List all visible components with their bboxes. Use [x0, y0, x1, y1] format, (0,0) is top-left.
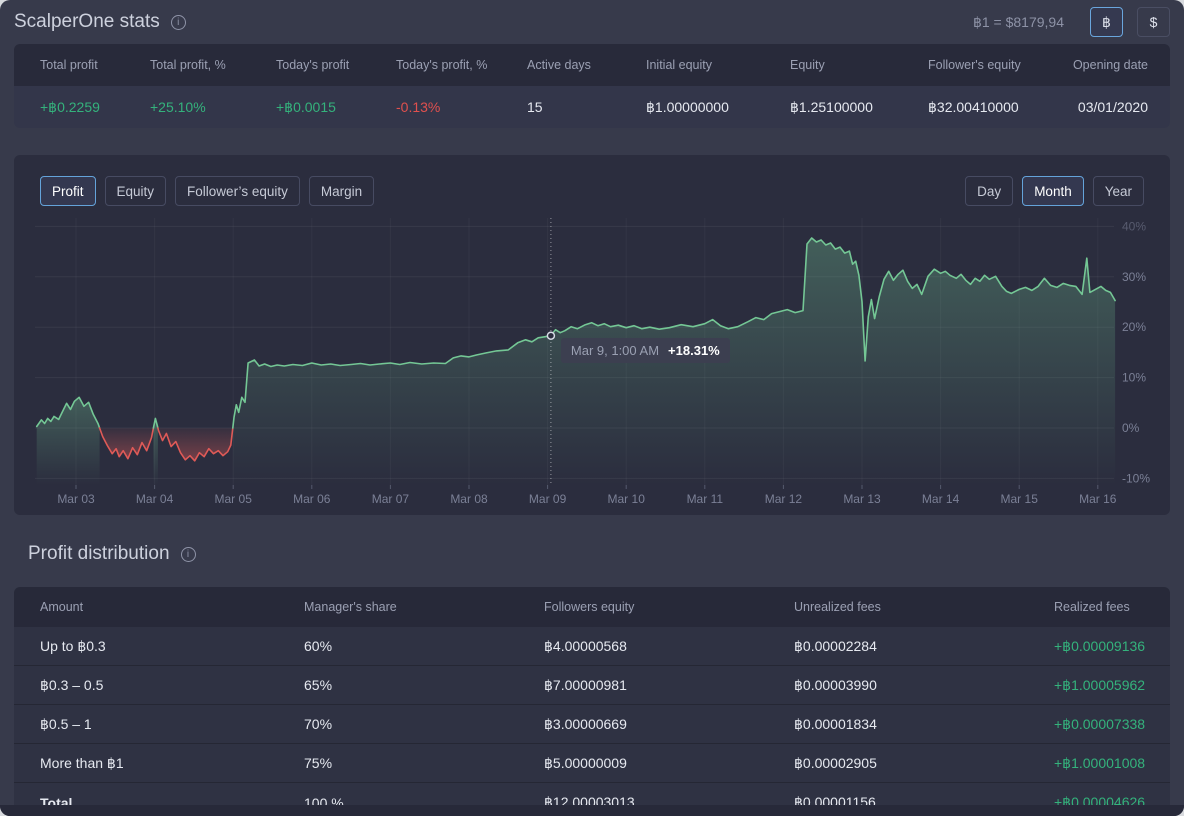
cell-share: 70% — [304, 716, 544, 732]
stat-label: Opening date — [1066, 58, 1148, 72]
page-title: ScalperOne stats — [14, 11, 186, 33]
stat-label: Today's profit, % — [396, 58, 527, 72]
table-row: ฿0.5 – 1 70% ฿3.00000669 ฿0.00001834 +฿0… — [14, 705, 1170, 744]
cell-realized: +฿0.00009136 — [1054, 638, 1148, 655]
chart-period-buttons: Day Month Year — [965, 176, 1144, 206]
svg-text:Mar 15: Mar 15 — [1001, 492, 1039, 506]
cell-realized: +฿1.00005962 — [1054, 677, 1148, 694]
svg-text:40%: 40% — [1122, 219, 1146, 233]
distribution-title-text: Profit distribution — [28, 543, 170, 565]
stat-label: Follower's equity — [928, 58, 1066, 72]
column-header: Followers equity — [544, 600, 794, 614]
stats-panel: Total profit Total profit, % Today's pro… — [14, 44, 1170, 128]
svg-text:Mar 08: Mar 08 — [450, 492, 488, 506]
svg-text:Mar 10: Mar 10 — [608, 492, 646, 506]
stat-label: Total profit, % — [150, 58, 276, 72]
profit-chart-svg[interactable]: 40% 30% 20% 10% 0% -10% Mar 03 Mar 04 Mar 05 Mar … — [14, 210, 1170, 510]
svg-text:Mar 14: Mar 14 — [922, 492, 960, 506]
distribution-title: Profit distribution — [28, 543, 196, 565]
svg-text:Mar 13: Mar 13 — [843, 492, 881, 506]
svg-text:Mar 05: Mar 05 — [215, 492, 253, 506]
stat-value-active-days: 15 — [527, 99, 646, 115]
cell-followers: ฿5.00000009 — [544, 755, 794, 772]
stat-value-initial-equity: ฿1.00000000 — [646, 99, 790, 116]
cell-unrealized: ฿0.00002284 — [794, 638, 1054, 655]
column-header: Manager's share — [304, 600, 544, 614]
tab-equity[interactable]: Equity — [105, 176, 167, 206]
svg-text:Mar 03: Mar 03 — [57, 492, 95, 506]
cell-share: 60% — [304, 638, 544, 654]
cell-unrealized: ฿0.00001834 — [794, 716, 1054, 733]
cell-amount: ฿0.5 – 1 — [40, 716, 304, 733]
stat-value-followers-equity: ฿32.00410000 — [928, 99, 1066, 116]
currency-btc-button[interactable]: ฿ — [1090, 7, 1123, 37]
stat-value-today-profit: +฿0.0015 — [276, 99, 396, 116]
distribution-title-row: Profit distribution — [14, 532, 1170, 576]
chart-metric-tabs: Profit Equity Follower’s equity Margin — [40, 176, 374, 206]
cell-followers: ฿4.00000568 — [544, 638, 794, 655]
stats-values-row: +฿0.2259 +25.10% +฿0.0015 -0.13% 15 ฿1.0… — [14, 86, 1170, 128]
stat-value-total-profit-pct: +25.10% — [150, 99, 276, 115]
svg-text:Mar 06: Mar 06 — [293, 492, 331, 506]
cell-share: 65% — [304, 677, 544, 693]
topbar-right: ฿1 = $8179,94 ฿ $ — [973, 7, 1170, 37]
page-title-text: ScalperOne stats — [14, 11, 160, 33]
cell-amount: More than ฿1 — [40, 755, 304, 772]
svg-text:30%: 30% — [1122, 270, 1146, 284]
distribution-table: Amount Manager's share Followers equity … — [14, 587, 1170, 816]
period-month-button[interactable]: Month — [1022, 176, 1084, 206]
chart-toolbar: Profit Equity Follower’s equity Margin D… — [14, 155, 1170, 206]
table-row: Up to ฿0.3 60% ฿4.00000568 ฿0.00002284 +… — [14, 627, 1170, 666]
svg-text:Mar 16: Mar 16 — [1079, 492, 1117, 506]
stat-label: Equity — [790, 58, 928, 72]
distribution-header-row: Amount Manager's share Followers equity … — [14, 587, 1170, 627]
svg-text:10%: 10% — [1122, 371, 1146, 385]
info-icon[interactable] — [181, 547, 196, 562]
svg-text:20%: 20% — [1122, 320, 1146, 334]
cell-amount: ฿0.3 – 0.5 — [40, 677, 304, 694]
stat-value-today-profit-pct: -0.13% — [396, 99, 527, 115]
svg-text:Mar 07: Mar 07 — [372, 492, 410, 506]
chart-panel: Profit Equity Follower’s equity Margin D… — [14, 155, 1170, 515]
info-icon[interactable] — [171, 15, 186, 30]
tab-profit[interactable]: Profit — [40, 176, 96, 206]
cell-followers: ฿3.00000669 — [544, 716, 794, 733]
stat-value-opening-date: 03/01/2020 — [1066, 99, 1148, 115]
svg-text:Mar 12: Mar 12 — [765, 492, 803, 506]
chart-area[interactable]: 40% 30% 20% 10% 0% -10% Mar 03 Mar 04 Mar 05 Mar … — [14, 210, 1170, 510]
column-header: Amount — [40, 600, 304, 614]
svg-text:0%: 0% — [1122, 421, 1140, 435]
period-day-button[interactable]: Day — [965, 176, 1013, 206]
cell-unrealized: ฿0.00003990 — [794, 677, 1054, 694]
tab-followers-equity[interactable]: Follower’s equity — [175, 176, 300, 206]
svg-text:Mar 04: Mar 04 — [136, 492, 174, 506]
period-year-button[interactable]: Year — [1093, 176, 1144, 206]
cell-share: 75% — [304, 755, 544, 771]
currency-usd-button[interactable]: $ — [1137, 7, 1170, 37]
cell-amount: Up to ฿0.3 — [40, 638, 304, 655]
column-header: Realized fees — [1054, 600, 1148, 614]
exchange-rate-label: ฿1 = $8179,94 — [973, 14, 1064, 31]
stat-label: Today's profit — [276, 58, 396, 72]
table-row: More than ฿1 75% ฿5.00000009 ฿0.00002905… — [14, 744, 1170, 783]
cell-unrealized: ฿0.00002905 — [794, 755, 1054, 772]
next-section-edge — [0, 805, 1184, 816]
table-row: ฿0.3 – 0.5 65% ฿7.00000981 ฿0.00003990 +… — [14, 666, 1170, 705]
cell-followers: ฿7.00000981 — [544, 677, 794, 694]
stats-header-row: Total profit Total profit, % Today's pro… — [14, 44, 1170, 86]
svg-text:-10%: -10% — [1122, 471, 1150, 485]
stat-label: Initial equity — [646, 58, 790, 72]
svg-text:Mar 09: Mar 09 — [529, 492, 567, 506]
cell-realized: +฿1.00001008 — [1054, 755, 1148, 772]
stat-value-equity: ฿1.25100000 — [790, 99, 928, 116]
stat-value-total-profit: +฿0.2259 — [40, 99, 150, 116]
stat-label: Active days — [527, 58, 646, 72]
svg-text:Mar 11: Mar 11 — [687, 492, 724, 506]
tab-margin[interactable]: Margin — [309, 176, 374, 206]
top-bar: ScalperOne stats ฿1 = $8179,94 ฿ $ — [0, 0, 1184, 44]
column-header: Unrealized fees — [794, 600, 1054, 614]
cell-realized: +฿0.00007338 — [1054, 716, 1148, 733]
stat-label: Total profit — [40, 58, 150, 72]
trader-stats-page: ScalperOne stats ฿1 = $8179,94 ฿ $ Total… — [0, 0, 1184, 816]
